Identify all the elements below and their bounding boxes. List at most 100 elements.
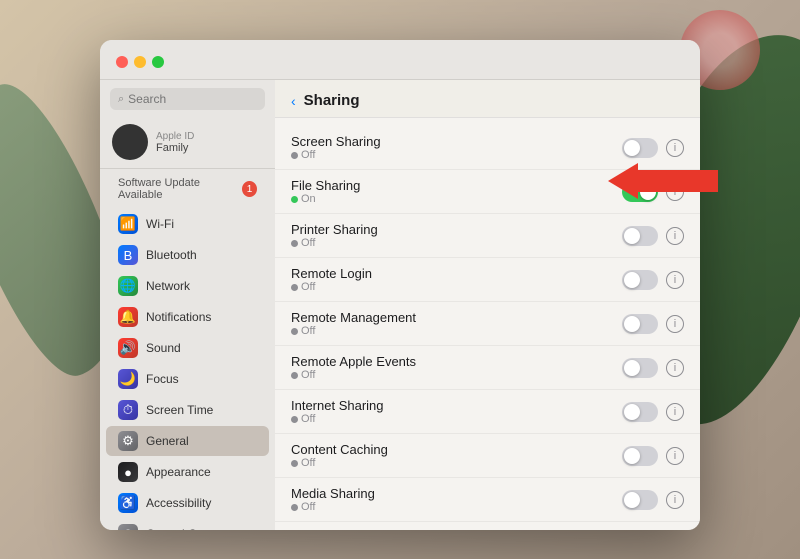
- status-dot-printer-sharing: [291, 240, 298, 247]
- setting-status-remote-login: Off: [291, 281, 622, 293]
- family-label: Family: [156, 142, 194, 154]
- user-section[interactable]: Apple ID Family: [100, 118, 275, 169]
- toggle-remote-management[interactable]: [622, 314, 658, 334]
- status-dot-content-caching: [291, 460, 298, 467]
- setting-row-remote-apple-events: Remote Apple EventsOff i: [275, 346, 700, 390]
- setting-status-internet-sharing: Off: [291, 413, 622, 425]
- toggle-screen-sharing[interactable]: [622, 138, 658, 158]
- status-text-remote-login: Off: [301, 281, 315, 293]
- sidebar-item-general[interactable]: ⚙General: [106, 426, 269, 456]
- setting-status-screen-sharing: Off: [291, 149, 622, 161]
- toggle-printer-sharing[interactable]: [622, 226, 658, 246]
- setting-controls-printer-sharing: i: [622, 226, 684, 246]
- info-btn-remote-management[interactable]: i: [666, 315, 684, 333]
- sidebar-item-sound[interactable]: 🔊Sound: [106, 333, 269, 363]
- toggle-remote-apple-events[interactable]: [622, 358, 658, 378]
- setting-info-printer-sharing: Printer SharingOff: [291, 222, 622, 249]
- update-badge: 1: [242, 181, 257, 197]
- setting-info-remote-apple-events: Remote Apple EventsOff: [291, 354, 622, 381]
- traffic-lights: [116, 56, 164, 68]
- sidebar-item-accessibility[interactable]: ♿Accessibility: [106, 488, 269, 518]
- setting-row-content-caching: Content CachingOffi: [275, 434, 700, 478]
- toggle-knob-remote-login: [624, 272, 640, 288]
- toggle-media-sharing[interactable]: [622, 490, 658, 510]
- setting-controls-media-sharing: i: [622, 490, 684, 510]
- sidebar-label-focus: Focus: [146, 372, 179, 386]
- sidebar-item-control-centre[interactable]: ◎Control Centre: [106, 519, 269, 530]
- search-container[interactable]: ⌕: [110, 88, 265, 110]
- sidebar-item-notifications[interactable]: 🔔Notifications: [106, 302, 269, 332]
- status-text-remote-apple-events: Off: [301, 369, 315, 381]
- status-text-screen-sharing: Off: [301, 149, 315, 161]
- search-icon: ⌕: [118, 93, 124, 106]
- search-input[interactable]: [128, 92, 257, 106]
- setting-row-media-sharing: Media SharingOff i: [275, 478, 700, 522]
- user-info: Apple ID Family: [156, 131, 194, 154]
- sidebar-item-bluetooth[interactable]: BBluetooth: [106, 240, 269, 270]
- setting-info-internet-sharing: Internet SharingOff: [291, 398, 622, 425]
- setting-name-file-sharing: File Sharing: [291, 178, 622, 193]
- appearance-icon: ●: [118, 462, 138, 482]
- maximize-button[interactable]: [152, 56, 164, 68]
- setting-status-file-sharing: On: [291, 193, 622, 205]
- close-button[interactable]: [116, 56, 128, 68]
- back-button[interactable]: ‹: [291, 93, 296, 109]
- setting-info-screen-sharing: Screen SharingOff: [291, 134, 622, 161]
- setting-status-content-caching: Off: [291, 457, 622, 469]
- setting-name-media-sharing: Media Sharing: [291, 486, 622, 501]
- status-dot-file-sharing: [291, 196, 298, 203]
- toggle-internet-sharing[interactable]: [622, 402, 658, 422]
- setting-status-printer-sharing: Off: [291, 237, 622, 249]
- sidebar-item-screen-time[interactable]: ⏱Screen Time: [106, 395, 269, 425]
- info-btn-internet-sharing[interactable]: i: [666, 403, 684, 421]
- arrow-head: [608, 163, 638, 199]
- toggle-knob-content-caching: [624, 448, 640, 464]
- sidebar-item-network[interactable]: 🌐Network: [106, 271, 269, 301]
- panel-title: Sharing: [304, 92, 360, 109]
- status-text-internet-sharing: Off: [301, 413, 315, 425]
- toggle-content-caching[interactable]: [622, 446, 658, 466]
- info-btn-screen-sharing[interactable]: i: [666, 139, 684, 157]
- setting-row-remote-login: Remote LoginOffi: [275, 258, 700, 302]
- setting-row-remote-management: Remote ManagementOff i: [275, 302, 700, 346]
- status-text-content-caching: Off: [301, 457, 315, 469]
- status-dot-remote-apple-events: [291, 372, 298, 379]
- sidebar-item-appearance[interactable]: ● Appearance: [106, 457, 269, 487]
- sidebar-label-wifi: Wi-Fi: [146, 217, 174, 231]
- wifi-icon: 📶: [118, 214, 138, 234]
- update-text: Software Update Available: [118, 177, 238, 201]
- setting-controls-content-caching: i: [622, 446, 684, 466]
- toggle-remote-login[interactable]: [622, 270, 658, 290]
- sidebar-label-network: Network: [146, 279, 190, 293]
- setting-info-file-sharing: File SharingOn: [291, 178, 622, 205]
- info-btn-remote-login[interactable]: i: [666, 271, 684, 289]
- sidebar-label-sound: Sound: [146, 341, 181, 355]
- title-bar: [100, 40, 700, 80]
- notifications-icon: 🔔: [118, 307, 138, 327]
- info-btn-remote-apple-events[interactable]: i: [666, 359, 684, 377]
- status-dot-internet-sharing: [291, 416, 298, 423]
- info-btn-media-sharing[interactable]: i: [666, 491, 684, 509]
- sidebar-label-appearance: Appearance: [146, 465, 211, 479]
- info-btn-content-caching[interactable]: i: [666, 447, 684, 465]
- status-text-printer-sharing: Off: [301, 237, 315, 249]
- setting-status-media-sharing: Off: [291, 501, 622, 513]
- red-arrow: [608, 163, 718, 199]
- info-btn-printer-sharing[interactable]: i: [666, 227, 684, 245]
- status-text-remote-management: Off: [301, 325, 315, 337]
- bluetooth-icon: B: [118, 245, 138, 265]
- sidebar-item-focus[interactable]: 🌙Focus: [106, 364, 269, 394]
- status-text-file-sharing: On: [301, 193, 316, 205]
- content-area: ⌕ Apple ID Family Software Update Availa…: [100, 80, 700, 530]
- setting-name-remote-management: Remote Management: [291, 310, 622, 325]
- setting-controls-remote-apple-events: i: [622, 358, 684, 378]
- sidebar-item-wifi[interactable]: 📶 Wi-Fi: [106, 209, 269, 239]
- sidebar-label-screen-time: Screen Time: [146, 403, 213, 417]
- update-banner[interactable]: Software Update Available 1: [110, 173, 265, 205]
- setting-row-internet-sharing: Internet SharingOff i: [275, 390, 700, 434]
- toggle-knob-internet-sharing: [624, 404, 640, 420]
- toggle-knob-printer-sharing: [624, 228, 640, 244]
- avatar: [112, 124, 148, 160]
- minimize-button[interactable]: [134, 56, 146, 68]
- status-dot-screen-sharing: [291, 152, 298, 159]
